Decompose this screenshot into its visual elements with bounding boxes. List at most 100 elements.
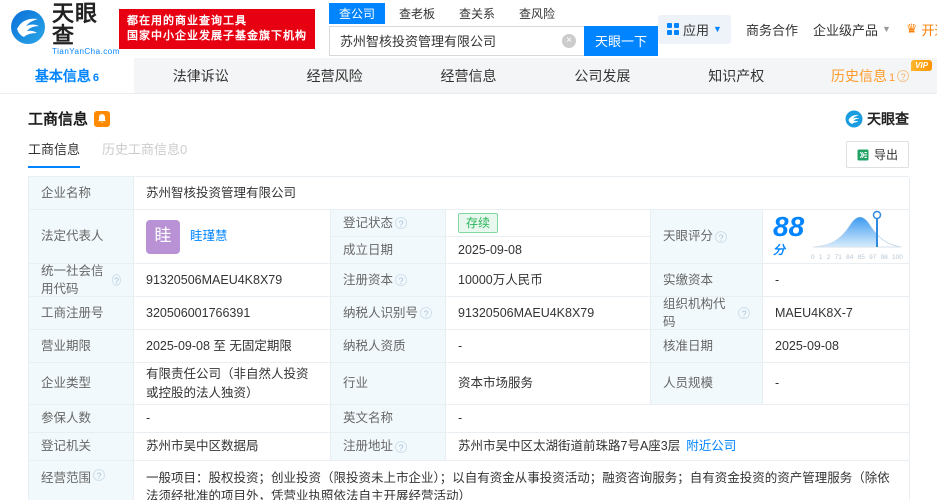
promo-banner: 都在用的商业查询工具 国家中小企业发展子基金旗下机构 [119, 9, 315, 49]
help-icon[interactable]: ? [395, 440, 408, 453]
field-label: 组织机构代码? [651, 297, 763, 330]
vip-label: 开通会员 [921, 22, 937, 38]
field-label: 登记机关 [29, 433, 134, 461]
search-tab-boss[interactable]: 查老板 [389, 3, 445, 24]
crown-icon: ♛ [905, 21, 918, 36]
field-label: 人员规模 [651, 363, 763, 405]
business-info-table: 企业名称 苏州智核投资管理有限公司 法定代表人 眭 眭瑾慧 登记状态? 存续 天… [28, 176, 910, 500]
enterprise-label: 企业级产品 [812, 22, 878, 38]
subtab-business-info[interactable]: 工商信息 [28, 139, 81, 168]
search-tab-risk[interactable]: 查风险 [509, 3, 565, 24]
field-label: 实缴资本 [651, 264, 763, 297]
tab-basic-info[interactable]: 基本信息 6 [0, 58, 134, 93]
taxpayer-quality-value: - [446, 330, 651, 363]
subtab-history-business-info[interactable]: 历史工商信息0 [102, 139, 187, 168]
status-badge: 存续 [458, 213, 499, 233]
nearby-companies-link[interactable]: 附近公司 [686, 437, 736, 455]
tianyancha-logo[interactable]: 天眼查 TianYanCha.com [10, 2, 119, 56]
export-button[interactable]: 导出 [845, 141, 909, 168]
establish-date-value: 2025-09-08 [446, 237, 651, 264]
help-icon[interactable]: ? [395, 274, 408, 286]
search-tab-relation[interactable]: 查关系 [449, 3, 505, 24]
legal-rep-link[interactable]: 眭瑾慧 [190, 227, 228, 245]
help-icon[interactable]: ? [897, 70, 910, 82]
business-coop-link[interactable]: 商务合作 [746, 20, 798, 39]
business-info-section: 工商信息 天眼查 工商信息 历史工商信息0 导出 [0, 94, 937, 168]
reg-capital-value: 10000万人民币 [446, 264, 651, 297]
top-header: 天眼查 TianYanCha.com 都在用的商业查询工具 国家中小企业发展子基… [0, 0, 937, 58]
tab-company-development[interactable]: 公司发展 [535, 58, 669, 93]
search-button[interactable]: 天眼一下 [584, 25, 658, 56]
field-label: 企业类型 [29, 363, 134, 405]
approval-date-value: 2025-09-08 [763, 330, 910, 363]
reg-status-value: 存续 [446, 210, 651, 237]
company-type-value: 有限责任公司（非自然人投资或控股的法人独资） [134, 363, 331, 405]
excel-icon [857, 149, 869, 160]
field-label: 法定代表人 [29, 210, 134, 264]
vip-badge: VIP [911, 60, 933, 71]
reg-number-value: 320506001766391 [134, 297, 331, 330]
paid-capital-value: - [763, 264, 910, 297]
org-code-value: MAEU4K8X-7 [763, 297, 910, 330]
field-label: 注册地址? [331, 433, 446, 461]
field-label: 登记状态? [331, 210, 446, 237]
score-cell[interactable]: 88分 0 1 2 71 84 85 97 98 100 [763, 210, 910, 264]
field-label: 参保人数 [29, 405, 134, 433]
score-distribution-chart: 0 1 2 71 84 85 97 98 100 [811, 210, 903, 263]
tab-history-info[interactable]: 历史信息 1? VIP [803, 58, 937, 93]
field-label: 纳税人资质 [331, 330, 446, 363]
help-icon[interactable]: ? [395, 217, 408, 229]
tab-intellectual-property[interactable]: 知识产权 [669, 58, 803, 93]
apps-menu[interactable]: 应用 ▼ [658, 14, 731, 44]
business-scope-value: 一般项目：股权投资；创业投资（限投资未上市企业）；以自有资金从事投资活动；融资咨… [134, 461, 910, 500]
eye-logo-icon [10, 9, 46, 50]
eye-logo-icon [845, 110, 863, 127]
reg-address-value: 苏州市吴中区太湖街道前珠路7号A座3层 附近公司 [446, 433, 910, 461]
enterprise-product-menu[interactable]: 企业级产品 ▼ [813, 20, 891, 39]
tianyancha-watermark: 天眼查 [845, 109, 909, 129]
field-label: 核准日期 [651, 330, 763, 363]
legal-rep-cell: 眭 眭瑾慧 [134, 210, 331, 264]
field-label: 天眼评分? [651, 210, 763, 264]
business-term-value: 2025-09-08 至 无固定期限 [134, 330, 331, 363]
help-icon[interactable]: ? [93, 469, 106, 481]
industry-value: 资本市场服务 [446, 363, 651, 405]
promo-line1: 都在用的商业查询工具 [127, 15, 247, 27]
field-label: 行业 [331, 363, 446, 405]
help-icon[interactable]: ? [715, 230, 728, 243]
credit-code-value: 91320506MAEU4K8X79 [134, 264, 331, 297]
field-label: 纳税人识别号? [331, 297, 446, 330]
field-label: 工商注册号 [29, 297, 134, 330]
logo-domain: TianYanCha.com [52, 46, 120, 56]
help-icon[interactable]: ? [738, 307, 750, 319]
tab-operation-info[interactable]: 经营信息 [402, 58, 536, 93]
english-name-value: - [446, 405, 910, 433]
apps-grid-icon [667, 23, 679, 35]
tab-legal-litigation[interactable]: 法律诉讼 [134, 58, 268, 93]
field-label: 企业名称 [29, 177, 134, 210]
logo-title: 天眼查 [52, 0, 99, 48]
top-menu: 应用 ▼ 商务合作 企业级产品 ▼ ♛ 开通会员 ▼ 费米 ▼ [658, 14, 937, 44]
monitor-bell-icon[interactable] [94, 110, 111, 127]
field-label: 营业期限 [29, 330, 134, 363]
chevron-down-icon: ▼ [713, 24, 722, 34]
open-vip-menu[interactable]: ♛ 开通会员 ▼ [906, 20, 937, 39]
search-area: 查公司 查老板 查关系 查风险 × 天眼一下 [329, 2, 658, 56]
company-name-value: 苏州智核投资管理有限公司 [134, 177, 910, 210]
section-title: 工商信息 [28, 111, 89, 128]
insured-count-value: - [134, 405, 331, 433]
field-label: 英文名称 [331, 405, 446, 433]
apps-label: 应用 [683, 22, 710, 38]
promo-line2: 国家中小企业发展子基金旗下机构 [127, 30, 307, 42]
search-tab-company[interactable]: 查公司 [329, 2, 386, 24]
help-icon[interactable]: ? [112, 274, 121, 286]
field-label: 成立日期 [331, 237, 446, 264]
field-label: 经营范围? [29, 461, 134, 500]
search-input[interactable] [329, 25, 584, 56]
reg-authority-value: 苏州市吴中区数据局 [134, 433, 331, 461]
clear-search-icon[interactable]: × [562, 33, 576, 48]
chart-x-ticks: 0 1 2 71 84 85 97 98 100 [811, 254, 903, 262]
help-icon[interactable]: ? [420, 307, 433, 319]
legal-rep-avatar[interactable]: 眭 [146, 219, 180, 254]
tab-operation-risk[interactable]: 经营风险 [268, 58, 402, 93]
